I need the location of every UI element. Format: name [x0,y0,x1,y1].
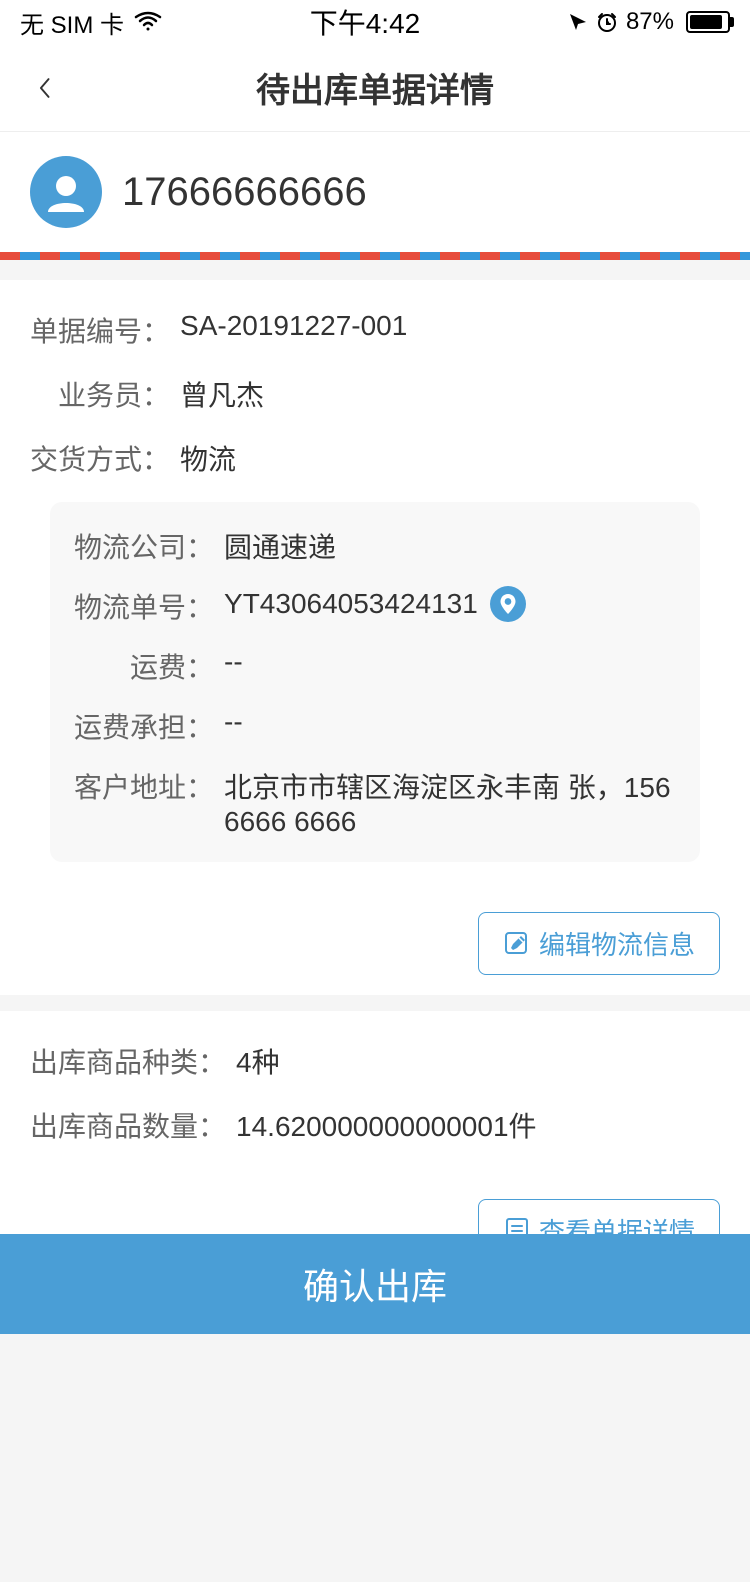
logistics-freight-label: 运费： [74,646,214,686]
edit-icon [503,930,531,958]
document-info-section: 单据编号： SA-20191227-001 业务员： 曾凡杰 交货方式： 物流 … [0,280,750,892]
edit-btn-label: 编辑物流信息 [539,925,695,962]
logistics-tracking-row: 物流单号： YT43064053424131 [74,586,676,626]
dashed-divider [0,252,750,260]
page-title: 待出库单据详情 [256,63,494,112]
logistics-freight-value: -- [224,646,676,678]
status-right: 87% [568,8,730,36]
location-arrow-icon [568,12,588,32]
goods-quantity-value: 14.620000000000001件 [236,1105,720,1145]
status-time: 下午4:42 [310,2,421,42]
edit-btn-wrapper: 编辑物流信息 [0,892,750,995]
logistics-company-row: 物流公司： 圆通速递 [74,526,676,566]
logistics-tracking-label: 物流单号： [74,586,214,626]
logistics-company-label: 物流公司： [74,526,214,566]
logistics-card: 物流公司： 圆通速递 物流单号： YT43064053424131 运费： [50,502,700,862]
back-button[interactable] [24,66,68,110]
status-left: 无 SIM 卡 [20,5,162,40]
battery-percentage: 87% [626,8,674,36]
logistics-tracking-value: YT43064053424131 [224,586,676,622]
logistics-company-value: 圆通速递 [224,526,676,566]
logistics-address-label: 客户地址： [74,766,214,806]
logistics-address-value: 北京市市辖区海淀区永丰南 张，156 6666 6666 [224,766,676,838]
document-number-label: 单据编号： [30,310,170,350]
confirm-button-bar[interactable]: 确认出库 [0,1234,750,1334]
alarm-icon [596,11,618,33]
user-avatar-icon [44,170,88,214]
status-bar: 无 SIM 卡 下午4:42 87% [0,0,750,44]
user-phone: 17666666666 [122,170,367,215]
tracking-location-icon[interactable] [490,586,526,622]
wifi-icon [134,11,162,33]
document-number-row: 单据编号： SA-20191227-001 [30,310,720,350]
goods-types-value: 4种 [236,1041,720,1081]
logistics-freight-bearer-value: -- [224,706,676,738]
goods-quantity-label: 出库商品数量： [30,1105,226,1145]
logistics-freight-bearer-row: 运费承担： -- [74,706,676,746]
logistics-freight-bearer-label: 运费承担： [74,706,214,746]
goods-quantity-row: 出库商品数量： 14.620000000000001件 [30,1105,720,1145]
goods-types-label: 出库商品种类： [30,1041,226,1081]
user-header: 17666666666 [0,132,750,252]
salesman-row: 业务员： 曾凡杰 [30,374,720,414]
goods-section: 出库商品种类： 4种 出库商品数量： 14.620000000000001件 [0,1011,750,1179]
logistics-address-row: 客户地址： 北京市市辖区海淀区永丰南 张，156 6666 6666 [74,766,676,838]
logistics-freight-row: 运费： -- [74,646,676,686]
battery-icon [686,11,730,33]
carrier-text: 无 SIM 卡 [20,5,124,40]
nav-bar: 待出库单据详情 [0,44,750,132]
delivery-method-label: 交货方式： [30,438,170,478]
salesman-value: 曾凡杰 [180,374,720,414]
delivery-method-row: 交货方式： 物流 [30,438,720,478]
delivery-method-value: 物流 [180,438,720,478]
goods-types-row: 出库商品种类： 4种 [30,1041,720,1081]
avatar [30,156,102,228]
confirm-btn-label: 确认出库 [303,1258,447,1310]
salesman-label: 业务员： [30,374,170,414]
edit-logistics-button[interactable]: 编辑物流信息 [478,912,720,975]
section-divider [0,995,750,1011]
document-number-value: SA-20191227-001 [180,310,720,342]
